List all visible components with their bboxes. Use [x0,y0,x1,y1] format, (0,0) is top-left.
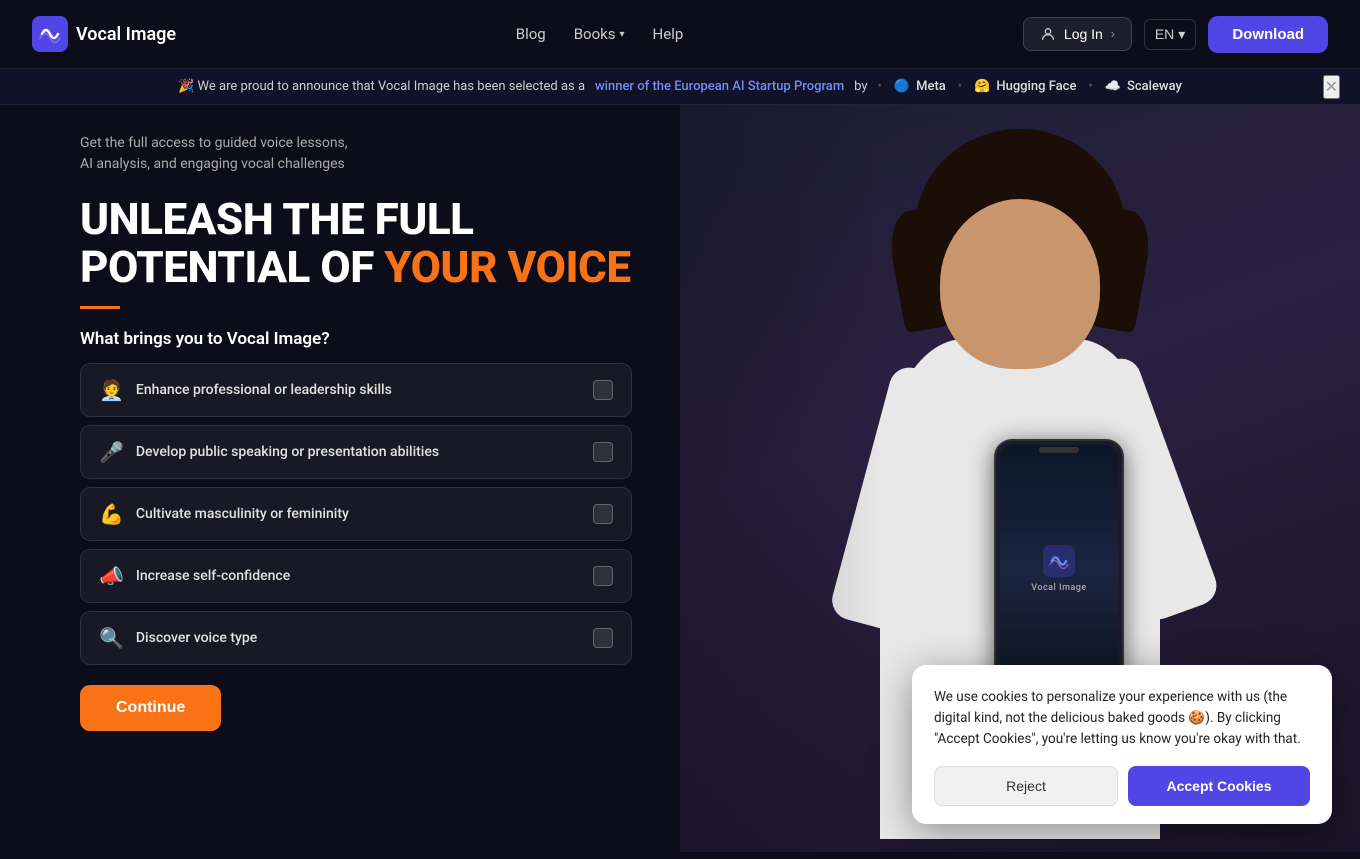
option-checkbox[interactable] [593,380,613,400]
close-announcement-button[interactable]: ✕ [1323,75,1340,99]
option-checkbox[interactable] [593,566,613,586]
cookie-text: We use cookies to personalize your exper… [934,687,1310,750]
option-emoji: 🎤 [99,440,124,464]
option-label: Discover voice type [136,630,257,646]
nav-blog[interactable]: Blog [516,25,546,43]
person-icon [1040,26,1056,42]
navbar-brand-group: Vocal Image [32,16,176,52]
option-label: Enhance professional or leadership skill… [136,382,392,398]
option-emoji: 💪 [99,502,124,526]
navbar: Vocal Image Blog Books ▾ Help Log In › E… [0,0,1360,68]
logo-icon [32,16,68,52]
sponsors-group: • 🔵 Meta • 🤗 Hugging Face • ☁️ Scaleway [878,79,1182,94]
option-label: Develop public speaking or presentation … [136,444,439,460]
navbar-links: Blog Books ▾ Help [516,25,684,43]
option-label: Cultivate masculinity or femininity [136,506,349,522]
option-checkbox[interactable] [593,442,613,462]
phone-notch [1039,447,1079,453]
sponsor-huggingface: 🤗 Hugging Face [974,79,1076,94]
dot-separator: • [958,79,962,94]
title-divider [80,306,120,309]
phone-logo-icon [1043,545,1075,577]
phone-mockup: Vocal Image [994,439,1124,699]
options-list: 🧑‍💼 Enhance professional or leadership s… [80,363,632,665]
phone-screen: Vocal Image [1000,445,1118,693]
accept-cookies-button[interactable]: Accept Cookies [1128,766,1310,806]
option-checkbox[interactable] [593,504,613,524]
option-leadership[interactable]: 🧑‍💼 Enhance professional or leadership s… [80,363,632,417]
chevron-down-icon: ▾ [1178,26,1185,43]
download-button[interactable]: Download [1208,16,1328,53]
announcement-bar: 🎉 We are proud to announce that Vocal Im… [0,68,1360,105]
cookie-actions: Reject Accept Cookies [934,766,1310,806]
left-panel: Get the full access to guided voice less… [0,105,680,852]
nav-books-dropdown[interactable]: Books ▾ [574,25,625,43]
main-layout: Get the full access to guided voice less… [0,105,1360,852]
chevron-down-icon: ▾ [620,29,625,40]
cookie-banner: We use cookies to personalize your exper… [912,665,1332,824]
phone-brand-label: Vocal Image [1031,583,1086,593]
sponsor-meta: 🔵 Meta [894,79,946,94]
option-emoji: 🔍 [99,626,124,650]
option-confidence[interactable]: 📣 Increase self-confidence [80,549,632,603]
language-selector[interactable]: EN ▾ [1144,19,1196,50]
sponsor-scaleway: ☁️ Scaleway [1105,79,1182,94]
nav-help[interactable]: Help [653,25,684,43]
hero-image-bg: Vocal Image We use cookies to personaliz… [680,105,1360,852]
reject-cookies-button[interactable]: Reject [934,766,1118,806]
person-face [940,199,1100,369]
announcement-link[interactable]: winner of the European AI Startup Progra… [595,79,844,94]
option-speaking[interactable]: 🎤 Develop public speaking or presentatio… [80,425,632,479]
brand-name: Vocal Image [76,24,176,45]
option-voice-type[interactable]: 🔍 Discover voice type [80,611,632,665]
navbar-actions: Log In › EN ▾ Download [1023,16,1328,53]
arrow-right-icon: › [1111,27,1115,41]
hero-title: UNLEASH THE FULL POTENTIAL OF YOUR VOICE [80,195,632,292]
section-question: What brings you to Vocal Image? [80,329,632,349]
option-emoji: 🧑‍💼 [99,378,124,402]
login-button[interactable]: Log In › [1023,17,1132,51]
announcement-text: 🎉 We are proud to announce that Vocal Im… [178,79,585,94]
option-checkbox[interactable] [593,628,613,648]
option-label: Increase self-confidence [136,568,290,584]
hero-subtitle: Get the full access to guided voice less… [80,133,632,175]
option-emoji: 📣 [99,564,124,588]
dot-separator: • [1088,79,1092,94]
dot-separator: • [878,79,882,94]
continue-button[interactable]: Continue [80,685,221,731]
option-gender[interactable]: 💪 Cultivate masculinity or femininity [80,487,632,541]
right-panel: Vocal Image We use cookies to personaliz… [680,105,1360,852]
